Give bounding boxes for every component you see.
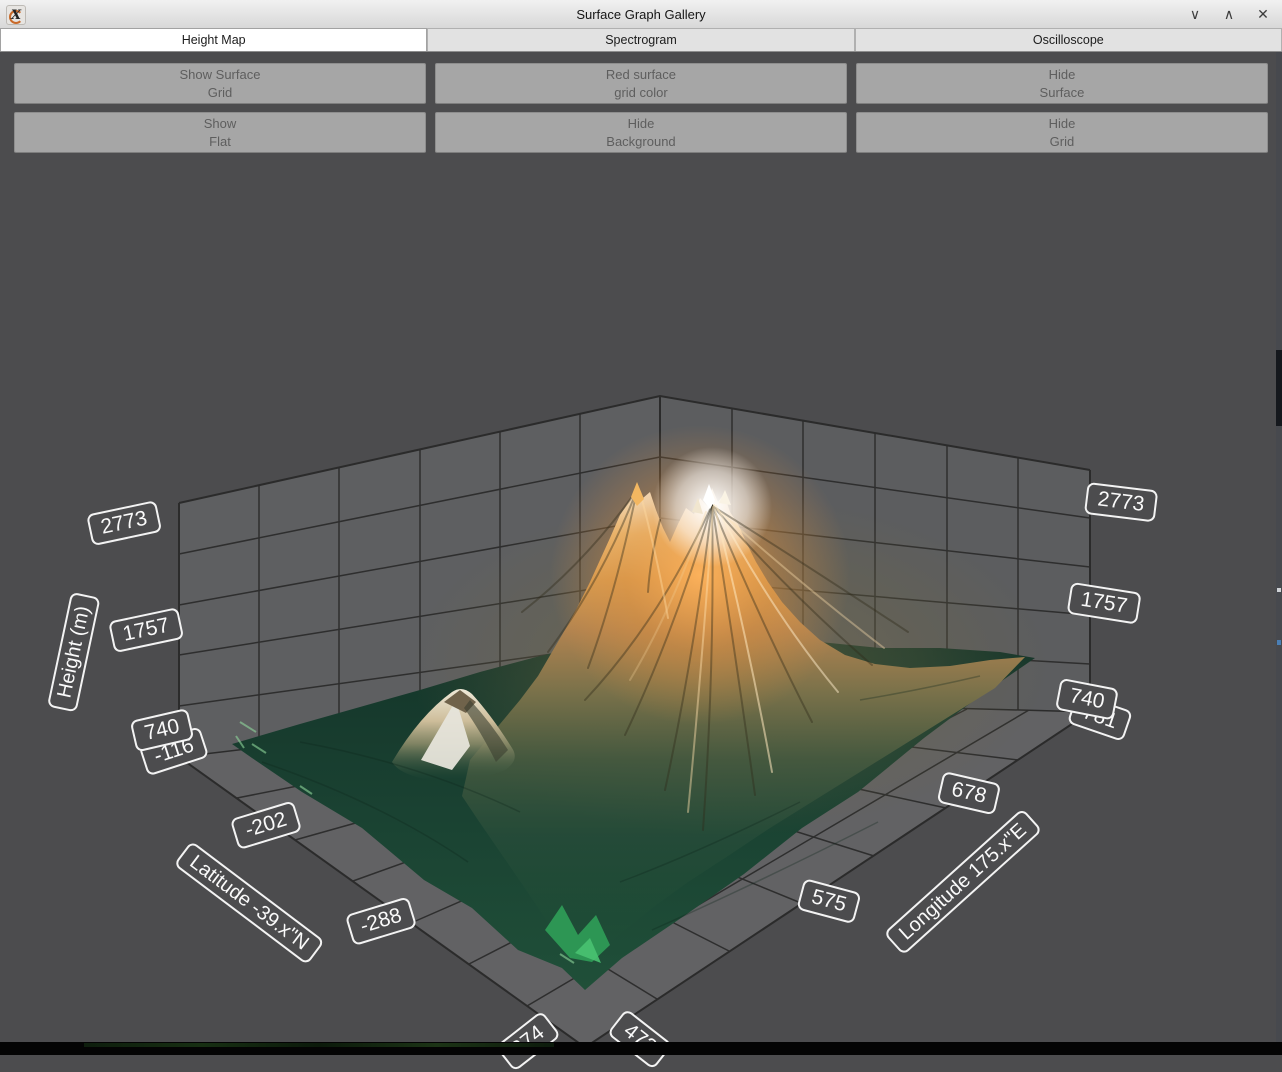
maximize-icon[interactable]: ∧ bbox=[1220, 5, 1238, 23]
hide-surface-button[interactable]: Hide Surface bbox=[856, 63, 1268, 104]
show-flat-button[interactable]: Show Flat bbox=[14, 112, 426, 153]
tab-height-map[interactable]: Height Map bbox=[0, 28, 427, 51]
hide-grid-button[interactable]: Hide Grid bbox=[856, 112, 1268, 153]
surface-plot-canvas[interactable] bbox=[0, 0, 1282, 1055]
titlebar: X Surface Graph Gallery ∨ ∧ ✕ bbox=[0, 0, 1282, 29]
show-surface-grid-button[interactable]: Show Surface Grid bbox=[14, 63, 426, 104]
background-window-sliver bbox=[1276, 52, 1282, 1042]
screen-bottom-bar bbox=[0, 1042, 1282, 1055]
close-icon[interactable]: ✕ bbox=[1254, 5, 1272, 23]
hide-background-button[interactable]: Hide Background bbox=[435, 112, 847, 153]
surface-grid-color-button[interactable]: Red surface grid color bbox=[435, 63, 847, 104]
tab-spectrogram[interactable]: Spectrogram bbox=[427, 28, 854, 51]
window-controls: ∨ ∧ ✕ bbox=[1186, 0, 1272, 28]
tab-oscilloscope[interactable]: Oscilloscope bbox=[855, 28, 1282, 51]
minimize-icon[interactable]: ∨ bbox=[1186, 5, 1204, 23]
toolbar: Show Surface Grid Red surface grid color… bbox=[0, 63, 1282, 153]
tab-bar: Height Map Spectrogram Oscilloscope bbox=[0, 28, 1282, 52]
desktop-sliver bbox=[84, 1043, 554, 1047]
window-title: Surface Graph Gallery bbox=[0, 7, 1282, 22]
